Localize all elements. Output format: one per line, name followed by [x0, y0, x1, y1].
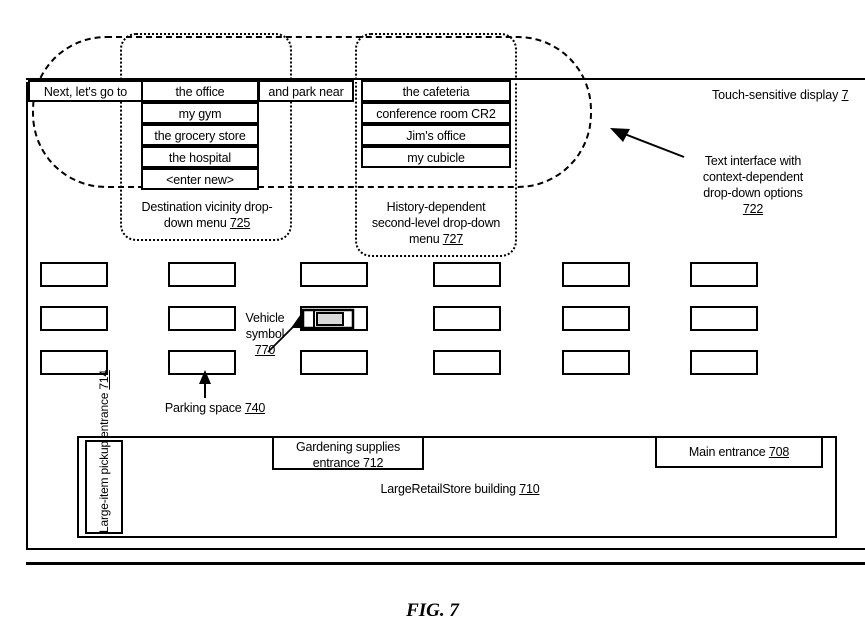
vehicle-label-line1: Vehicle — [245, 311, 285, 325]
parking-space[interactable] — [562, 306, 630, 331]
destination-callout-ref: 725 — [229, 216, 251, 230]
main-entrance-ref: 708 — [768, 445, 790, 459]
destination-callout-line2: down menu — [163, 216, 227, 230]
vehicle-label-ref: 770 — [254, 343, 276, 357]
parking-space-label: Parking space 740 — [150, 400, 280, 416]
text-interface-callout-label: Text interface with context-dependent dr… — [688, 153, 818, 217]
display-baseline — [26, 562, 865, 565]
history-menu-callout-label: History-dependent second-level drop-down… — [358, 199, 514, 247]
text-interface-middle: and park near — [258, 80, 354, 102]
parking-space[interactable] — [433, 350, 501, 375]
destination-option-1[interactable]: my gym — [141, 102, 259, 124]
destination-option-0[interactable]: the office — [141, 80, 259, 102]
large-item-line2: pickup — [97, 441, 111, 475]
ti-callout-line3: drop-down options — [703, 186, 803, 200]
main-entrance-label: Main entrance — [688, 445, 766, 459]
text-interface-prefix: Next, let's go to — [28, 80, 143, 102]
history-callout-line2: second-level drop-down — [371, 216, 501, 230]
parking-space-occupied[interactable] — [300, 306, 368, 331]
large-item-ref: 714 — [97, 370, 111, 390]
display-label-text: Touch-sensitive display — [712, 88, 839, 102]
gardening-line1: Gardening supplies — [295, 440, 401, 454]
parking-space[interactable] — [562, 350, 630, 375]
large-item-entrance-label: Large-item pickup entrance 714 — [97, 370, 111, 533]
parking-space[interactable] — [690, 262, 758, 287]
display-label-ref: 7 — [841, 88, 849, 102]
parking-space[interactable] — [690, 306, 758, 331]
gardening-line2: entrance — [312, 456, 360, 470]
parking-label-ref: 740 — [244, 401, 266, 415]
parking-space[interactable] — [433, 262, 501, 287]
building-name-label: LargeRetailStore building 710 — [360, 481, 560, 497]
ti-callout-ref: 722 — [742, 202, 764, 216]
parking-space[interactable] — [168, 262, 236, 287]
history-option-2[interactable]: Jim's office — [361, 124, 511, 146]
parking-space[interactable] — [433, 306, 501, 331]
large-item-line1: Large-item — [97, 477, 111, 533]
vehicle-symbol-label: Vehicle symbol 770 — [234, 310, 296, 358]
gardening-supplies-entrance[interactable]: Gardening supplies entrance 712 — [272, 436, 424, 470]
destination-option-4[interactable]: <enter new> — [141, 168, 259, 190]
destination-menu-callout-label: Destination vicinity drop- down menu 725 — [126, 199, 288, 231]
gardening-ref: 712 — [363, 456, 384, 470]
parking-label-text: Parking space — [164, 401, 242, 415]
patent-figure: Touch-sensitive display 7 Next, let's go… — [0, 0, 865, 642]
history-option-3[interactable]: my cubicle — [361, 146, 511, 168]
history-option-0[interactable]: the cafeteria — [361, 80, 511, 102]
large-item-line3: entrance — [97, 392, 111, 438]
large-item-pickup-entrance[interactable]: Large-item pickup entrance 714 — [85, 370, 123, 534]
parking-space[interactable] — [690, 350, 758, 375]
history-callout-line1: History-dependent — [386, 200, 486, 214]
touch-sensitive-display-label: Touch-sensitive display 7 — [712, 86, 862, 104]
building-name-text: LargeRetailStore building — [380, 482, 517, 496]
parking-space[interactable] — [300, 350, 368, 375]
parking-space[interactable] — [168, 350, 236, 375]
building-name-ref: 710 — [519, 482, 540, 496]
parking-space[interactable] — [562, 262, 630, 287]
ti-callout-line2: context-dependent — [702, 170, 804, 184]
parking-space[interactable] — [40, 306, 108, 331]
destination-option-2[interactable]: the grocery store — [141, 124, 259, 146]
vehicle-label-line2: symbol — [245, 327, 285, 341]
parking-space[interactable] — [40, 262, 108, 287]
destination-callout-line1: Destination vicinity drop- — [141, 200, 273, 214]
ti-callout-line1: Text interface with — [704, 154, 802, 168]
history-callout-ref: 727 — [442, 232, 463, 246]
destination-option-3[interactable]: the hospital — [141, 146, 259, 168]
history-option-1[interactable]: conference room CR2 — [361, 102, 511, 124]
parking-space[interactable] — [300, 262, 368, 287]
parking-space[interactable] — [168, 306, 236, 331]
history-callout-line3: menu — [408, 232, 440, 246]
figure-caption: FIG. 7 — [406, 600, 459, 621]
main-entrance[interactable]: Main entrance 708 — [655, 436, 823, 468]
